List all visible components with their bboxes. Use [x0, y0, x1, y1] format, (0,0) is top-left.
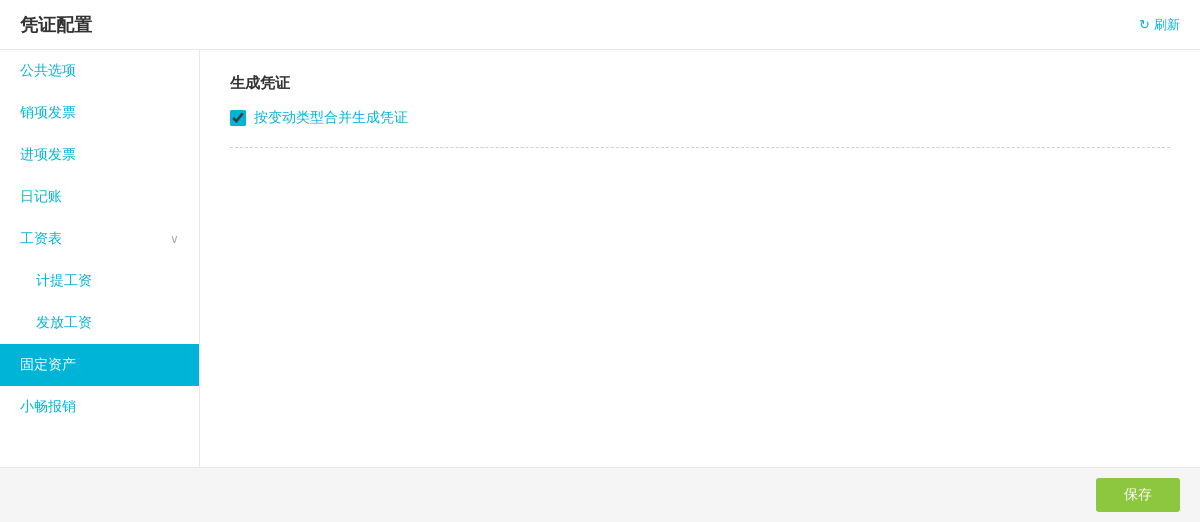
- sidebar-item-calc-salary[interactable]: 计提工资: [0, 260, 199, 302]
- section-divider: [230, 147, 1170, 148]
- refresh-icon: ↻: [1139, 17, 1150, 32]
- sidebar-item-public-options[interactable]: 公共选项: [0, 50, 199, 92]
- main-container: 公共选项销项发票进项发票日记账工资表 ∨ 计提工资发放工资固定资产小畅报销 生成凭证…: [0, 50, 1200, 467]
- sidebar-item-pay-salary[interactable]: 发放工资: [0, 302, 199, 344]
- sidebar-item-label: 小畅报销: [20, 398, 76, 416]
- sidebar-item-journal[interactable]: 日记账: [0, 176, 199, 218]
- refresh-label: 刷新: [1154, 16, 1180, 34]
- sidebar-item-label: 公共选项: [20, 62, 76, 80]
- sidebar-item-payroll-table[interactable]: 工资表 ∨: [0, 218, 199, 260]
- sidebar-item-label: 计提工资: [36, 272, 92, 290]
- merge-by-type-label[interactable]: 按变动类型合并生成凭证: [254, 109, 408, 127]
- sidebar-item-label: 工资表: [20, 230, 62, 248]
- page-title: 凭证配置: [20, 13, 92, 37]
- sidebar: 公共选项销项发票进项发票日记账工资表 ∨ 计提工资发放工资固定资产小畅报销: [0, 50, 200, 467]
- sidebar-item-fixed-assets[interactable]: 固定资产: [0, 344, 199, 386]
- sidebar-item-label: 日记账: [20, 188, 62, 206]
- page-footer: 保存: [0, 467, 1200, 522]
- checkbox-row: 按变动类型合并生成凭证: [230, 109, 1170, 127]
- chevron-down-icon: ∨: [170, 232, 179, 246]
- sidebar-item-expense-report[interactable]: 小畅报销: [0, 386, 199, 428]
- sidebar-item-label: 固定资产: [20, 356, 76, 374]
- save-button[interactable]: 保存: [1096, 478, 1180, 512]
- sidebar-item-label: 进项发票: [20, 146, 76, 164]
- content-area: 生成凭证 按变动类型合并生成凭证: [200, 50, 1200, 467]
- merge-by-type-checkbox[interactable]: [230, 110, 246, 126]
- sidebar-item-sales-invoice[interactable]: 销项发票: [0, 92, 199, 134]
- sidebar-item-label: 发放工资: [36, 314, 92, 332]
- sidebar-item-purchase-invoice[interactable]: 进项发票: [0, 134, 199, 176]
- page-header: 凭证配置 ↻ 刷新: [0, 0, 1200, 50]
- section-title: 生成凭证: [230, 74, 1170, 93]
- refresh-button[interactable]: ↻ 刷新: [1139, 16, 1180, 34]
- sidebar-item-label: 销项发票: [20, 104, 76, 122]
